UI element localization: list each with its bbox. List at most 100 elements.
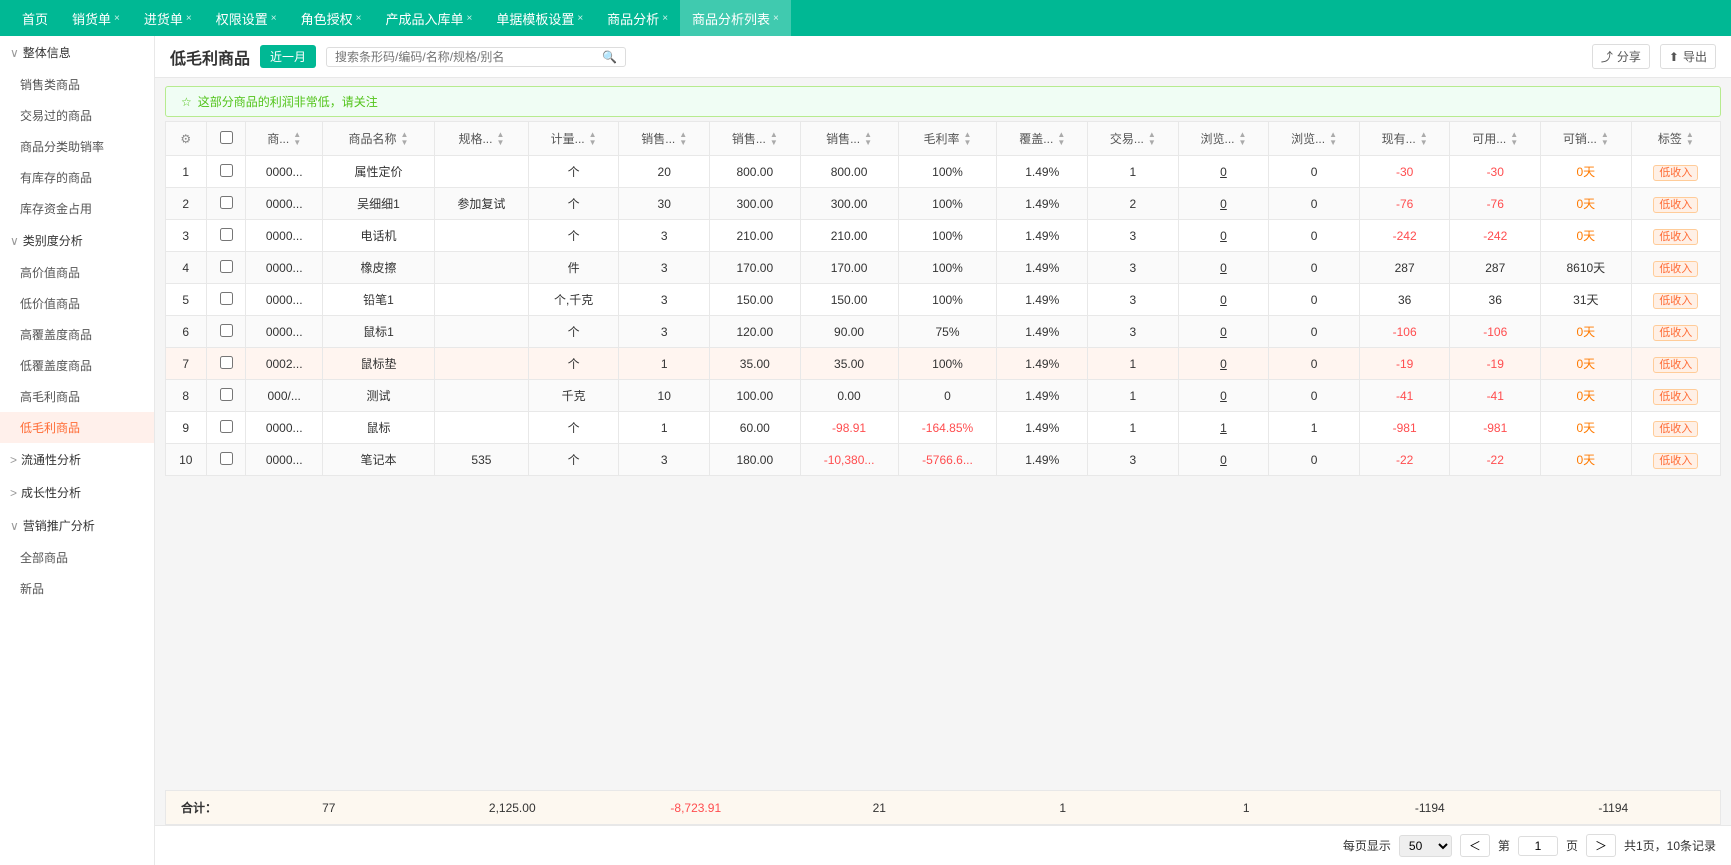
row-checkbox[interactable] — [206, 412, 246, 444]
nav-close-icon[interactable]: × — [271, 13, 277, 24]
col-code[interactable]: 商...▲▼ — [246, 122, 322, 156]
sidebar-group-流通性分析[interactable]: >流通性分析 — [0, 443, 154, 476]
col-checkbox[interactable] — [206, 122, 246, 156]
row-checkbox[interactable] — [206, 380, 246, 412]
row-checkbox[interactable] — [206, 156, 246, 188]
nav-item-销货单[interactable]: 销货单× — [60, 0, 132, 36]
row-browse1[interactable]: 0 — [1178, 316, 1269, 348]
row-select-checkbox[interactable] — [220, 452, 233, 465]
search-icon[interactable]: 🔍 — [602, 50, 617, 64]
sidebar-item-销售类商品[interactable]: 销售类商品 — [0, 69, 154, 100]
nav-item-商品分析列表[interactable]: 商品分析列表× — [680, 0, 791, 36]
row-browse1[interactable]: 0 — [1178, 284, 1269, 316]
row-browse1[interactable]: 1 — [1178, 412, 1269, 444]
col-name[interactable]: 商品名称▲▼ — [322, 122, 434, 156]
row-select-checkbox[interactable] — [220, 324, 233, 337]
row-select-checkbox[interactable] — [220, 356, 233, 369]
row-sellable-days: 0天 — [1541, 444, 1632, 476]
nav-item-权限设置[interactable]: 权限设置× — [204, 0, 289, 36]
col-sellable-days[interactable]: 可销...▲▼ — [1541, 122, 1632, 156]
row-select-checkbox[interactable] — [220, 420, 233, 433]
col-sales-qty[interactable]: 销售...▲▼ — [619, 122, 710, 156]
sidebar-group-类别度分析[interactable]: ∨类别度分析 — [0, 224, 154, 257]
nav-item-商品分析[interactable]: 商品分析× — [595, 0, 680, 36]
sidebar-item-交易过的商品[interactable]: 交易过的商品 — [0, 100, 154, 131]
sidebar-item-有库存的商品[interactable]: 有库存的商品 — [0, 162, 154, 193]
row-browse1[interactable]: 0 — [1178, 188, 1269, 220]
row-checkbox[interactable] — [206, 284, 246, 316]
sidebar-item-高价值商品[interactable]: 高价值商品 — [0, 257, 154, 288]
search-input[interactable] — [335, 50, 602, 64]
col-browse1[interactable]: 浏览...▲▼ — [1178, 122, 1269, 156]
row-browse1[interactable]: 0 — [1178, 220, 1269, 252]
nav-item-进货单[interactable]: 进货单× — [132, 0, 204, 36]
col-unit[interactable]: 计量...▲▼ — [528, 122, 619, 156]
sidebar-item-低毛利商品[interactable]: 低毛利商品 — [0, 412, 154, 443]
table-footer: 合计： 77 2,125.00 -8,723.91 21 1 1 -1194 -… — [165, 790, 1721, 825]
select-all-checkbox[interactable] — [220, 131, 233, 144]
row-checkbox[interactable] — [206, 348, 246, 380]
col-current-stock[interactable]: 现有...▲▼ — [1359, 122, 1450, 156]
sidebar-item-新品[interactable]: 新品 — [0, 573, 154, 604]
sidebar-item-低价值商品[interactable]: 低价值商品 — [0, 288, 154, 319]
row-browse1[interactable]: 0 — [1178, 444, 1269, 476]
row-select-checkbox[interactable] — [220, 260, 233, 273]
row-select-checkbox[interactable] — [220, 292, 233, 305]
row-sales-amount: 210.00 — [710, 220, 801, 252]
col-available-stock[interactable]: 可用...▲▼ — [1450, 122, 1541, 156]
row-checkbox[interactable] — [206, 316, 246, 348]
export-button[interactable]: ⬆ 导出 — [1660, 44, 1716, 69]
nav-close-icon[interactable]: × — [356, 13, 362, 24]
sidebar-item-高毛利商品[interactable]: 高毛利商品 — [0, 381, 154, 412]
filter-button[interactable]: 近一月 — [260, 45, 316, 68]
col-coverage[interactable]: 覆盖...▲▼ — [997, 122, 1088, 156]
col-gear[interactable]: ⚙ — [166, 122, 207, 156]
row-checkbox[interactable] — [206, 252, 246, 284]
row-checkbox[interactable] — [206, 220, 246, 252]
table-container[interactable]: ⚙ 商...▲▼ 商品名称▲▼ 规格...▲▼ 计量...▲▼ 销售...▲▼ … — [155, 121, 1731, 790]
sidebar-item-高覆盖度商品[interactable]: 高覆盖度商品 — [0, 319, 154, 350]
nav-close-icon[interactable]: × — [773, 13, 779, 24]
row-trade-count: 3 — [1088, 316, 1179, 348]
prev-page-button[interactable]: ＜ — [1460, 834, 1490, 857]
nav-close-icon[interactable]: × — [114, 13, 120, 24]
col-sales-profit[interactable]: 销售...▲▼ — [800, 122, 898, 156]
row-checkbox[interactable] — [206, 188, 246, 220]
col-spec[interactable]: 规格...▲▼ — [435, 122, 529, 156]
col-browse2[interactable]: 浏览...▲▼ — [1269, 122, 1360, 156]
nav-close-icon[interactable]: × — [577, 13, 583, 24]
row-browse1[interactable]: 0 — [1178, 252, 1269, 284]
col-trade-count[interactable]: 交易...▲▼ — [1088, 122, 1179, 156]
per-page-select[interactable]: 2050100 — [1399, 835, 1452, 857]
sidebar-group-整体信息[interactable]: ∨整体信息 — [0, 36, 154, 69]
nav-close-icon[interactable]: × — [186, 13, 192, 24]
col-gross-margin[interactable]: 毛利率▲▼ — [898, 122, 997, 156]
row-browse1[interactable]: 0 — [1178, 380, 1269, 412]
next-page-button[interactable]: ＞ — [1586, 834, 1616, 857]
row-select-checkbox[interactable] — [220, 388, 233, 401]
nav-item-单据模板设置[interactable]: 单据模板设置× — [484, 0, 595, 36]
nav-item-角色授权[interactable]: 角色授权× — [289, 0, 374, 36]
row-select-checkbox[interactable] — [220, 228, 233, 241]
sidebar-group-成长性分析[interactable]: >成长性分析 — [0, 476, 154, 509]
row-browse1[interactable]: 0 — [1178, 156, 1269, 188]
sidebar-item-商品分类助销率[interactable]: 商品分类助销率 — [0, 131, 154, 162]
sidebar-group-营销推广分析[interactable]: ∨营销推广分析 — [0, 509, 154, 542]
nav-close-icon[interactable]: × — [466, 13, 472, 24]
sidebar-item-全部商品[interactable]: 全部商品 — [0, 542, 154, 573]
row-browse1[interactable]: 0 — [1178, 348, 1269, 380]
col-tag[interactable]: 标签▲▼ — [1631, 122, 1720, 156]
sidebar-item-低覆盖度商品[interactable]: 低覆盖度商品 — [0, 350, 154, 381]
nav-item-产成品入库单[interactable]: 产成品入库单× — [373, 0, 484, 36]
share-button[interactable]: ⤴ 分享 — [1592, 44, 1650, 69]
main-layout: ∨整体信息销售类商品交易过的商品商品分类助销率有库存的商品库存资金占用∨类别度分… — [0, 36, 1731, 865]
col-sales-amount[interactable]: 销售...▲▼ — [710, 122, 801, 156]
page-input[interactable] — [1518, 836, 1558, 856]
nav-item-首页[interactable]: 首页 — [10, 0, 60, 36]
sidebar-item-库存资金占用[interactable]: 库存资金占用 — [0, 193, 154, 224]
row-no: 4 — [166, 252, 207, 284]
nav-close-icon[interactable]: × — [662, 13, 668, 24]
row-checkbox[interactable] — [206, 444, 246, 476]
row-select-checkbox[interactable] — [220, 196, 233, 209]
row-select-checkbox[interactable] — [220, 164, 233, 177]
